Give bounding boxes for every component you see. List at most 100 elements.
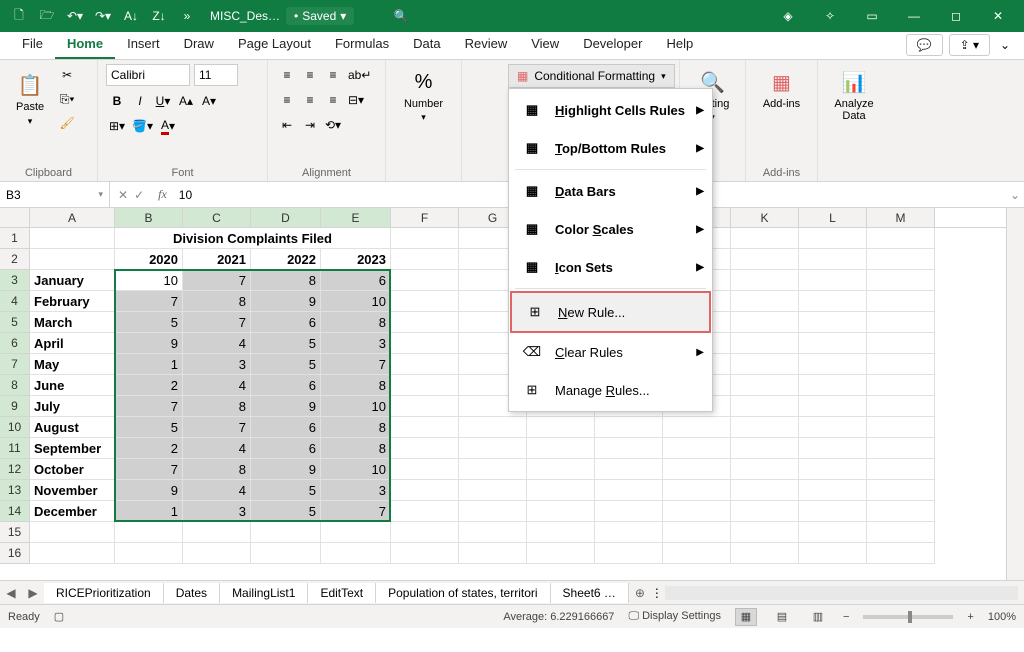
row-header[interactable]: 4 [0,291,29,312]
search-icon[interactable]: 🔍 [384,3,418,29]
col-header[interactable]: F [391,208,459,227]
merge-icon[interactable]: ⊟▾ [345,89,367,111]
cell[interactable] [799,249,867,270]
tab-view[interactable]: View [519,31,571,59]
cell[interactable] [391,228,459,249]
format-painter-icon[interactable]: 🖌 [56,112,78,134]
cell[interactable] [527,417,595,438]
sheet-tab[interactable]: EditText [308,583,376,603]
cf-icon-sets[interactable]: ▦ Icon Sets▶ [509,248,712,286]
row-header[interactable]: 5 [0,312,29,333]
cell[interactable] [391,249,459,270]
cell[interactable] [867,459,935,480]
cell[interactable] [731,312,799,333]
col-header[interactable]: B [115,208,183,227]
row-header[interactable]: 8 [0,375,29,396]
cell[interactable]: 2022 [251,249,321,270]
cell[interactable] [30,522,115,543]
cell[interactable] [391,459,459,480]
cell[interactable] [459,417,527,438]
cell[interactable] [799,459,867,480]
align-center-icon[interactable]: ≡ [299,89,321,111]
sheet-tab[interactable]: Dates [164,583,220,603]
cell[interactable]: 6 [251,438,321,459]
enter-formula-icon[interactable]: ✓ [134,188,144,202]
cell[interactable]: 3 [183,501,251,522]
cell[interactable] [731,501,799,522]
align-right-icon[interactable]: ≡ [322,89,344,111]
tab-file[interactable]: File [10,31,55,59]
cell[interactable] [30,249,115,270]
cf-top-bottom[interactable]: ▦ Top/Bottom Rules▶ [509,129,712,167]
cell[interactable] [391,354,459,375]
col-header[interactable]: E [321,208,391,227]
align-top-icon[interactable]: ≡ [276,64,298,86]
bold-button[interactable]: B [106,90,128,112]
cell[interactable]: 6 [251,375,321,396]
cell[interactable]: 1 [115,354,183,375]
cell[interactable] [595,459,663,480]
cell[interactable]: 7 [115,291,183,312]
cell[interactable] [391,312,459,333]
cell[interactable]: 7 [183,270,251,291]
view-normal-icon[interactable]: ▦ [735,608,757,626]
fill-color-icon[interactable]: 🪣▾ [129,115,156,137]
orientation-icon[interactable]: ⟲▾ [322,114,344,136]
name-box[interactable]: B3▾ [0,182,110,207]
cell[interactable] [799,354,867,375]
cell[interactable]: 10 [321,459,391,480]
cell[interactable] [115,543,183,564]
row-header[interactable]: 12 [0,459,29,480]
cell[interactable] [867,480,935,501]
tab-formulas[interactable]: Formulas [323,31,401,59]
new-sheet-button[interactable]: ⊕ [629,586,651,600]
cell[interactable]: 8 [251,270,321,291]
wrap-text-icon[interactable]: ab↵ [345,64,374,86]
cell[interactable] [115,522,183,543]
zoom-in-icon[interactable]: + [967,611,973,623]
cell[interactable] [391,270,459,291]
new-file-icon[interactable]: 🗋 [6,3,32,29]
open-icon[interactable]: 🗁 [34,3,60,29]
cell[interactable] [595,522,663,543]
col-header[interactable]: A [30,208,115,227]
row-headers[interactable]: 12345678910111213141516 [0,228,30,564]
cell[interactable]: November [30,480,115,501]
cell[interactable]: 10 [115,270,183,291]
cell[interactable] [731,522,799,543]
tab-insert[interactable]: Insert [115,31,172,59]
document-name[interactable]: MISC_Des… [210,9,280,23]
zoom-level[interactable]: 100% [988,611,1016,623]
row-header[interactable]: 3 [0,270,29,291]
cell[interactable]: 5 [251,354,321,375]
row-header[interactable]: 2 [0,249,29,270]
conditional-formatting-button[interactable]: ▦ Conditional Formatting ▾ [508,64,675,88]
cell[interactable] [663,501,731,522]
cell[interactable] [595,438,663,459]
row-header[interactable]: 10 [0,417,29,438]
diamond-icon[interactable]: ◈ [768,3,808,29]
close-icon[interactable]: ✕ [978,3,1018,29]
cell[interactable] [251,522,321,543]
cell[interactable] [731,396,799,417]
cell[interactable]: 6 [251,417,321,438]
row-header[interactable]: 16 [0,543,29,564]
cell[interactable]: 10 [321,396,391,417]
indent-left-icon[interactable]: ⇤ [276,114,298,136]
sheet-tab[interactable]: Population of states, territori [376,583,550,603]
cell[interactable]: 2020 [115,249,183,270]
cell[interactable] [731,249,799,270]
cell[interactable]: 7 [183,312,251,333]
tab-draw[interactable]: Draw [172,31,226,59]
collapse-ribbon-icon[interactable]: ⌄ [996,38,1014,52]
cell[interactable] [527,522,595,543]
macro-record-icon[interactable]: ▢ [54,610,64,623]
align-mid-icon[interactable]: ≡ [299,64,321,86]
align-left-icon[interactable]: ≡ [276,89,298,111]
cell[interactable]: July [30,396,115,417]
cut-icon[interactable]: ✂ [56,64,78,86]
cell[interactable]: 5 [251,480,321,501]
minimize-icon[interactable]: — [894,3,934,29]
cf-clear-rules[interactable]: ⌫ Clear Rules▶ [509,333,712,371]
cell[interactable]: 8 [321,417,391,438]
